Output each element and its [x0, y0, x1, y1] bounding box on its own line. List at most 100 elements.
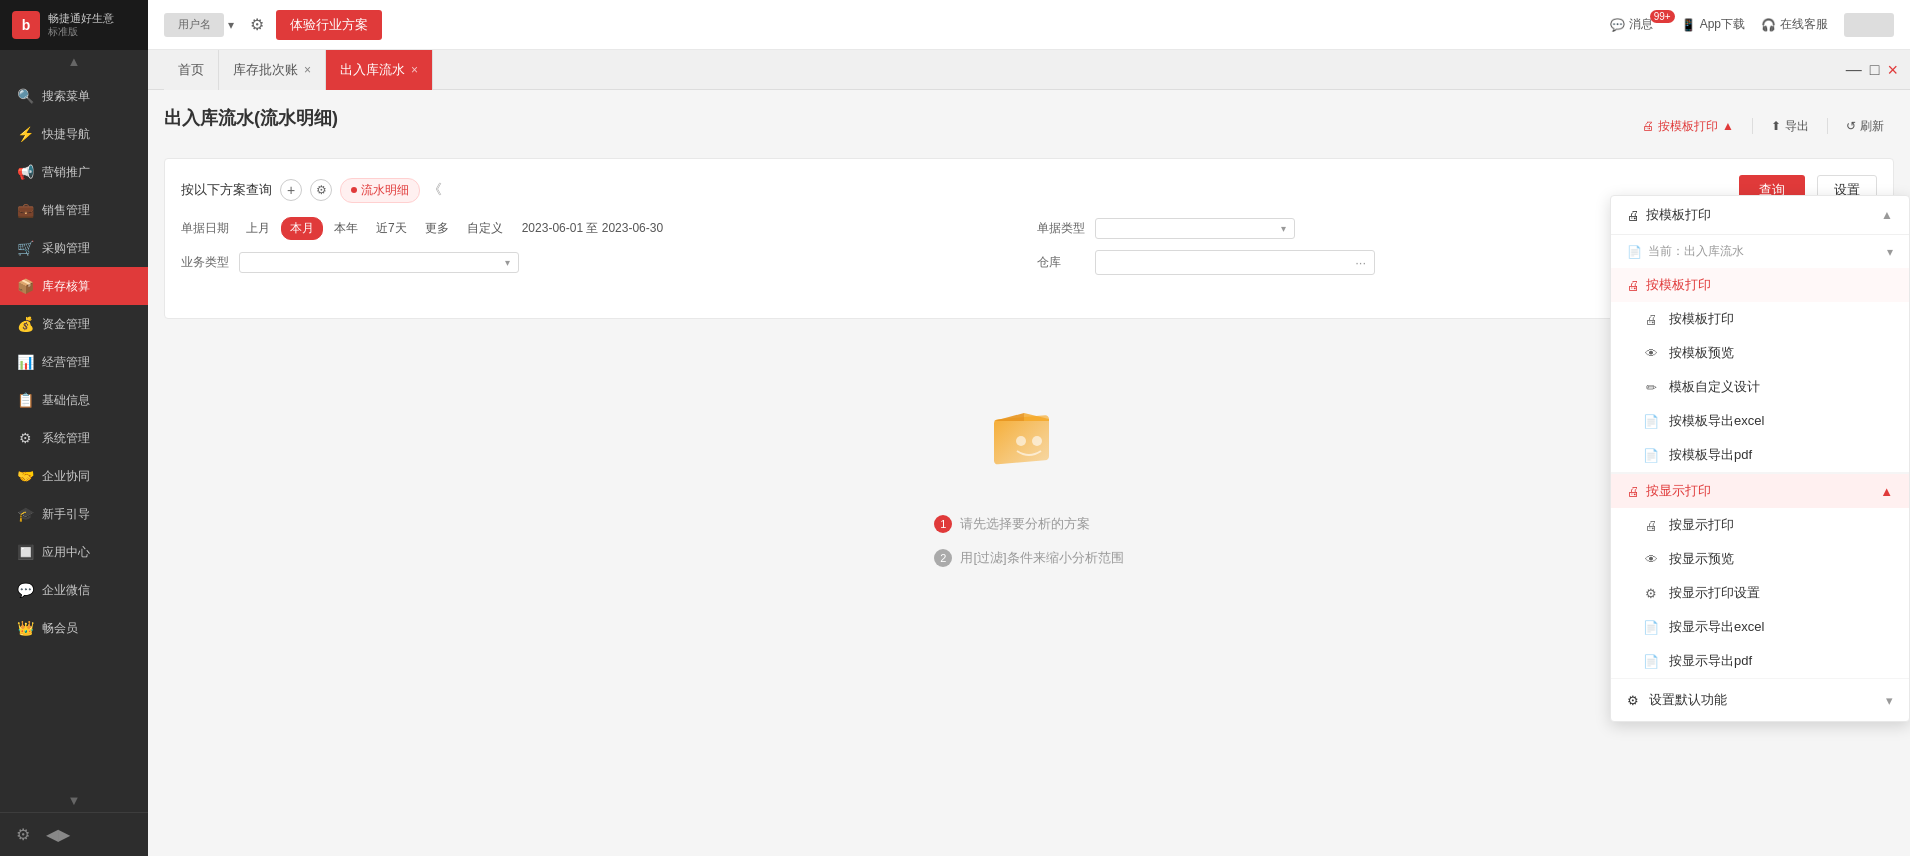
message-badge: 99+ — [1650, 10, 1675, 23]
sidebar-item-basics[interactable]: 📋 基础信息 — [0, 381, 148, 419]
date-shortcut-more[interactable]: 更多 — [418, 217, 456, 240]
user-avatar: 用户名 — [164, 13, 224, 37]
export-button[interactable]: ⬆ 导出 — [1761, 113, 1819, 140]
app-download-icon: 📱 — [1681, 18, 1696, 32]
sidebar-item-inventory[interactable]: 📦 库存核算 — [0, 267, 148, 305]
date-shortcut-this-year[interactable]: 本年 — [327, 217, 365, 240]
dropdown-item-template-print[interactable]: 🖨 按模板打印 — [1611, 302, 1909, 336]
filter-dot — [351, 187, 357, 193]
dropdown-item-template-preview[interactable]: 👁 按模板预览 — [1611, 336, 1909, 370]
sidebar-bottom: ⚙ ◀▶ — [0, 812, 148, 856]
topbar-user[interactable]: 用户名 ▾ — [164, 13, 234, 37]
sidebar-item-marketing[interactable]: 📢 营销推广 — [0, 153, 148, 191]
dropdown-item-display-preview[interactable]: 👁 按显示预览 — [1611, 542, 1909, 576]
logo-sub: 标准版 — [48, 25, 114, 39]
voucher-type-select[interactable]: ▾ — [1095, 218, 1295, 239]
tab-inventory-flow[interactable]: 出入库流水 × — [326, 50, 433, 90]
topbar: 用户名 ▾ ⚙ 体验行业方案 💬 消息 99+ 📱 App下载 🎧 — [148, 0, 1910, 50]
user-chevron-icon[interactable]: ▾ — [228, 18, 234, 32]
sidebar-item-guide[interactable]: 🎓 新手引导 — [0, 495, 148, 533]
page-content: 出入库流水(流水明细) 🖨 按模板打印 ▲ ⬆ 导出 ↺ — [148, 90, 1910, 856]
sidebar-item-search[interactable]: 🔍 搜索菜单 — [0, 77, 148, 115]
dropdown-header: 🖨 按模板打印 ▲ — [1611, 196, 1909, 235]
topbar-right: 💬 消息 99+ 📱 App下载 🎧 在线客服 — [1610, 13, 1894, 37]
sidebar-item-quick-nav[interactable]: ⚡ 快捷导航 — [0, 115, 148, 153]
dropdown-item-display-pdf[interactable]: 📄 按显示导出pdf — [1611, 644, 1909, 678]
settings-bottom-icon[interactable]: ⚙ — [16, 825, 30, 844]
filter-collapse-button[interactable]: 《 — [428, 181, 442, 199]
collapse-sidebar-icon[interactable]: ◀▶ — [46, 825, 70, 844]
filter-add-button[interactable]: + — [280, 179, 302, 201]
sidebar-item-system[interactable]: ⚙ 系统管理 — [0, 419, 148, 457]
date-field-label: 单据日期 — [181, 220, 231, 237]
message-item[interactable]: 💬 消息 99+ — [1610, 16, 1665, 33]
dropdown-item-template-excel[interactable]: 📄 按模板导出excel — [1611, 404, 1909, 438]
dropdown-item-display-print[interactable]: 🖨 按显示打印 — [1611, 508, 1909, 542]
template-print-button[interactable]: 🖨 按模板打印 ▲ — [1632, 113, 1744, 140]
date-range-display: 2023-06-01 至 2023-06-30 — [522, 220, 663, 237]
tab-inventory-batch-label: 库存批次账 — [233, 61, 298, 79]
template-preview-icon: 👁 — [1643, 345, 1659, 361]
filter-label: 按以下方案查询 — [181, 181, 272, 199]
tabs-bar: 首页 库存批次账 × 出入库流水 × — □ × — [148, 50, 1910, 90]
dropdown-item-display-print-settings[interactable]: ⚙ 按显示打印设置 — [1611, 576, 1909, 610]
headset-icon: 🎧 — [1761, 18, 1776, 32]
dropdown-section2-header[interactable]: 🖨 按显示打印 ▲ — [1611, 473, 1909, 508]
business-type-label: 业务类型 — [181, 254, 231, 271]
trial-button[interactable]: 体验行业方案 — [276, 10, 382, 40]
warehouse-select[interactable]: ··· — [1095, 250, 1375, 275]
refresh-button[interactable]: ↺ 刷新 — [1836, 113, 1894, 140]
sidebar-scroll-up[interactable]: ▲ — [0, 50, 148, 73]
dropdown-footer[interactable]: ⚙ 设置默认功能 ▾ — [1611, 679, 1909, 721]
sidebar-item-sales[interactable]: 💼 销售管理 — [0, 191, 148, 229]
maximize-icon[interactable]: □ — [1870, 61, 1880, 79]
online-service-item[interactable]: 🎧 在线客服 — [1761, 16, 1828, 33]
tab-home[interactable]: 首页 — [164, 50, 219, 90]
date-field: 单据日期 上月 本月 本年 近7天 更多 自定义 2023-06-01 至 20… — [181, 217, 1021, 240]
active-filter-tag: 流水明细 — [340, 178, 420, 203]
dropdown-item-template-pdf[interactable]: 📄 按模板导出pdf — [1611, 438, 1909, 472]
sidebar-item-app-center[interactable]: 🔲 应用中心 — [0, 533, 148, 571]
app-download-item[interactable]: 📱 App下载 — [1681, 16, 1745, 33]
set-default-arrow-icon: ▾ — [1886, 693, 1893, 708]
topbar-gear-icon[interactable]: ⚙ — [250, 15, 264, 34]
template-pdf-icon: 📄 — [1643, 447, 1659, 463]
step1-num: 1 — [934, 515, 952, 533]
dropdown-item-display-excel[interactable]: 📄 按显示导出excel — [1611, 610, 1909, 644]
current-template-icon: 📄 — [1627, 245, 1642, 259]
warehouse-more-icon[interactable]: ··· — [1355, 255, 1366, 270]
set-default-function-item[interactable]: ⚙ 设置默认功能 ▾ — [1627, 687, 1893, 713]
close-inventory-batch-icon[interactable]: × — [304, 63, 311, 77]
sidebar-logo: b 畅捷通好生意 标准版 — [0, 0, 148, 50]
sidebar-item-purchase[interactable]: 🛒 采购管理 — [0, 229, 148, 267]
step2-text: 用[过滤]条件来缩小分析范围 — [960, 545, 1123, 571]
filter-setting-button[interactable]: ⚙ — [310, 179, 332, 201]
business-type-select[interactable]: ▾ — [239, 252, 519, 273]
tab-inventory-batch[interactable]: 库存批次账 × — [219, 50, 326, 90]
display-preview-icon: 👁 — [1643, 551, 1659, 567]
date-shortcut-custom[interactable]: 自定义 — [460, 217, 510, 240]
date-shortcut-7days[interactable]: 近7天 — [369, 217, 414, 240]
sidebar-item-wechat[interactable]: 💬 企业微信 — [0, 571, 148, 609]
close-window-icon[interactable]: × — [1887, 60, 1898, 81]
dropdown-item-template-design[interactable]: ✏ 模板自定义设计 — [1611, 370, 1909, 404]
search-nav-icon: 🔍 — [16, 87, 34, 105]
topbar-user-info[interactable] — [1844, 13, 1894, 37]
date-shortcut-this-month[interactable]: 本月 — [281, 217, 323, 240]
sidebar-scroll-down[interactable]: ▼ — [0, 789, 148, 812]
current-template-arrow[interactable]: ▾ — [1887, 245, 1893, 259]
business-type-arrow-icon: ▾ — [505, 257, 510, 268]
sidebar-item-finance[interactable]: 💰 资金管理 — [0, 305, 148, 343]
main-area: 用户名 ▾ ⚙ 体验行业方案 💬 消息 99+ 📱 App下载 🎧 — [148, 0, 1910, 856]
sidebar-item-member[interactable]: 👑 畅会员 — [0, 609, 148, 647]
section2-arrow-icon[interactable]: ▲ — [1880, 484, 1893, 499]
minimize-icon[interactable]: — — [1846, 61, 1862, 79]
dropdown-collapse-icon[interactable]: ▲ — [1881, 208, 1893, 222]
dropdown-section1-header[interactable]: 🖨 按模板打印 — [1611, 268, 1909, 302]
sidebar-item-cooperation[interactable]: 🤝 企业协同 — [0, 457, 148, 495]
section1-title: 🖨 按模板打印 — [1627, 276, 1711, 294]
close-inventory-flow-icon[interactable]: × — [411, 63, 418, 77]
date-shortcut-last-month[interactable]: 上月 — [239, 217, 277, 240]
message-icon: 💬 — [1610, 18, 1625, 32]
sidebar-item-operations[interactable]: 📊 经营管理 — [0, 343, 148, 381]
